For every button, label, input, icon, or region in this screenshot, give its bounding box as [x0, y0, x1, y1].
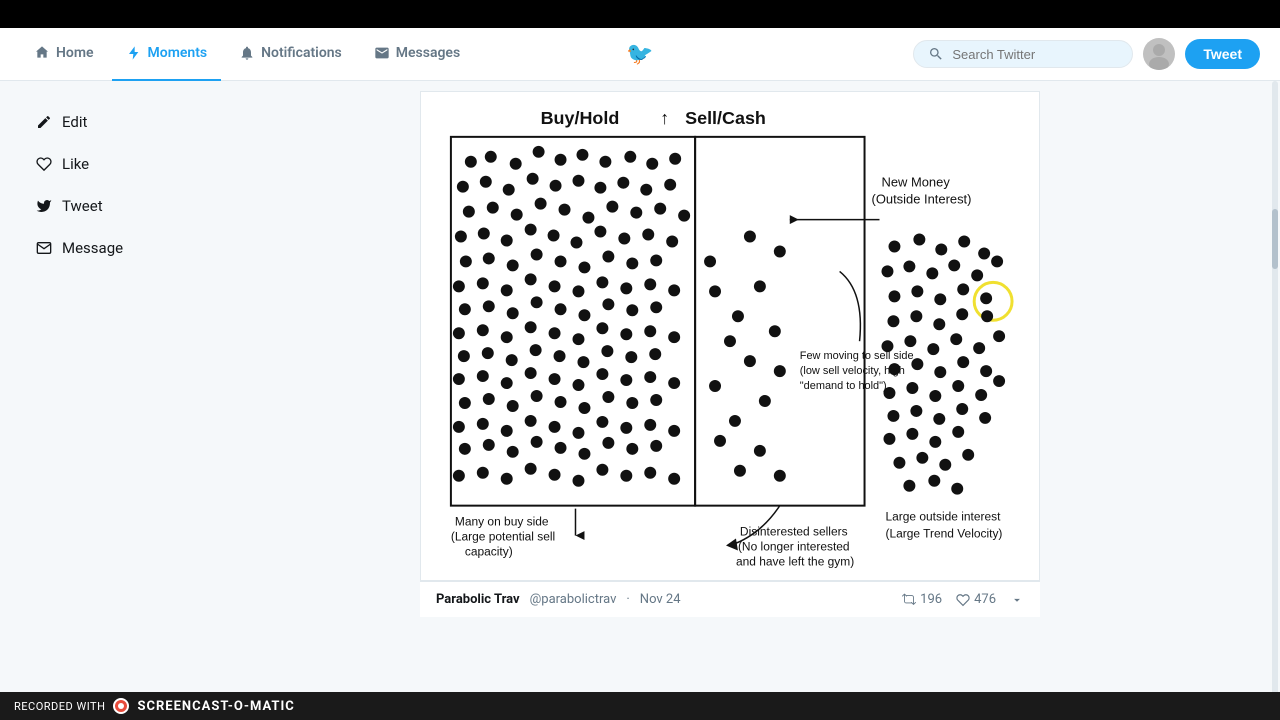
svg-text:(No longer interested: (No longer interested	[738, 539, 850, 553]
edit-icon	[36, 114, 52, 130]
recorded-with-text: RECORDED WITH	[14, 700, 105, 713]
tweet-footer: Parabolic Trav @parabolictrav · Nov 24 1…	[420, 581, 1040, 617]
svg-text:(low sell velocity, high: (low sell velocity, high	[800, 365, 905, 377]
svg-text:Few moving to sell side: Few moving to sell side	[800, 350, 914, 362]
svg-text:New Money: New Money	[881, 175, 950, 190]
like-count: 476	[974, 592, 996, 607]
twitter-logo: 🐦	[626, 42, 653, 67]
tweet-actions: 196 476	[902, 592, 1024, 607]
nav-home-label: Home	[56, 45, 94, 61]
like-label: Like	[62, 155, 89, 173]
svg-text:and have left the gym): and have left the gym)	[736, 554, 854, 568]
notifications-icon	[239, 45, 255, 61]
message-icon	[36, 240, 52, 256]
retweet-count: 196	[920, 592, 942, 607]
tweet-button[interactable]: Tweet	[1185, 39, 1260, 69]
like-action[interactable]: 476	[956, 592, 996, 607]
main-content: Edit Like Tweet Message	[0, 81, 1280, 720]
home-icon	[34, 45, 50, 61]
svg-text:capacity): capacity)	[465, 544, 513, 558]
nav-moments-label: Moments	[148, 45, 208, 61]
like-icon	[36, 156, 52, 172]
tweet-separator: ·	[626, 592, 629, 607]
edit-label: Edit	[62, 113, 87, 131]
twitter-navbar: Home Moments Notifications Messages 🐦	[0, 28, 1280, 81]
chevron-down-icon	[1010, 593, 1024, 607]
nav-left: Home Moments Notifications Messages	[20, 28, 913, 81]
action-tweet[interactable]: Tweet	[20, 185, 180, 227]
top-black-bar	[0, 0, 1280, 28]
svg-text:"demand to hold"): "demand to hold")	[800, 380, 887, 392]
svg-text:↑: ↑	[660, 108, 669, 128]
tweet-icon	[36, 198, 52, 214]
moments-icon	[126, 45, 142, 61]
action-like[interactable]: Like	[20, 143, 180, 185]
market-diagram: Buy/Hold ↑ Sell/Cash	[420, 91, 1040, 581]
retweet-action[interactable]: 196	[902, 592, 942, 607]
svg-text:(Large potential sell: (Large potential sell	[451, 530, 555, 544]
avatar[interactable]	[1143, 38, 1175, 70]
record-inner-dot	[118, 703, 124, 709]
tweet-card: Buy/Hold ↑ Sell/Cash	[420, 91, 1040, 710]
tweet-date: Nov 24	[640, 592, 681, 607]
nav-moments[interactable]: Moments	[112, 28, 222, 81]
nav-notifications[interactable]: Notifications	[225, 28, 356, 81]
record-button	[113, 698, 129, 714]
svg-text:Disinterested sellers: Disinterested sellers	[740, 525, 848, 539]
right-scrollbar-area	[1260, 81, 1280, 720]
tweet-handle: @parabolictrav	[530, 592, 617, 607]
message-label: Message	[62, 239, 123, 257]
messages-icon	[374, 45, 390, 61]
nav-notifications-label: Notifications	[261, 45, 342, 61]
svg-text:(Outside Interest): (Outside Interest)	[872, 192, 972, 207]
nav-right: Tweet	[913, 38, 1260, 70]
tweet-author: Parabolic Trav	[436, 592, 520, 607]
screencast-brand: SCREENCAST-O-MATIC	[137, 699, 294, 714]
tweet-action-label: Tweet	[62, 197, 103, 215]
svg-text:Sell/Cash: Sell/Cash	[685, 108, 766, 128]
scrollbar-track	[1272, 81, 1278, 720]
nav-messages-label: Messages	[396, 45, 460, 61]
diagram-container: Buy/Hold ↑ Sell/Cash	[420, 91, 1040, 617]
bottom-screencast-bar: RECORDED WITH SCREENCAST-O-MATIC	[0, 692, 1280, 720]
search-bar[interactable]	[913, 40, 1133, 68]
content-area: Buy/Hold ↑ Sell/Cash	[200, 81, 1260, 720]
nav-home[interactable]: Home	[20, 28, 108, 81]
svg-text:Large outside interest: Large outside interest	[885, 510, 1001, 524]
svg-text:Many on buy side: Many on buy side	[455, 515, 549, 529]
nav-center-logo: 🐦	[626, 42, 653, 67]
action-message[interactable]: Message	[20, 227, 180, 269]
nav-messages[interactable]: Messages	[360, 28, 474, 81]
like-heart-icon	[956, 593, 970, 607]
svg-text:(Large Trend Velocity): (Large Trend Velocity)	[885, 527, 1002, 541]
search-input[interactable]	[952, 47, 1118, 62]
retweet-icon	[902, 593, 916, 607]
action-edit[interactable]: Edit	[20, 101, 180, 143]
more-action[interactable]	[1010, 593, 1024, 607]
left-sidebar: Edit Like Tweet Message	[0, 81, 200, 720]
svg-text:Buy/Hold: Buy/Hold	[541, 108, 620, 128]
search-icon	[928, 46, 944, 62]
scrollbar-thumb[interactable]	[1272, 209, 1278, 269]
